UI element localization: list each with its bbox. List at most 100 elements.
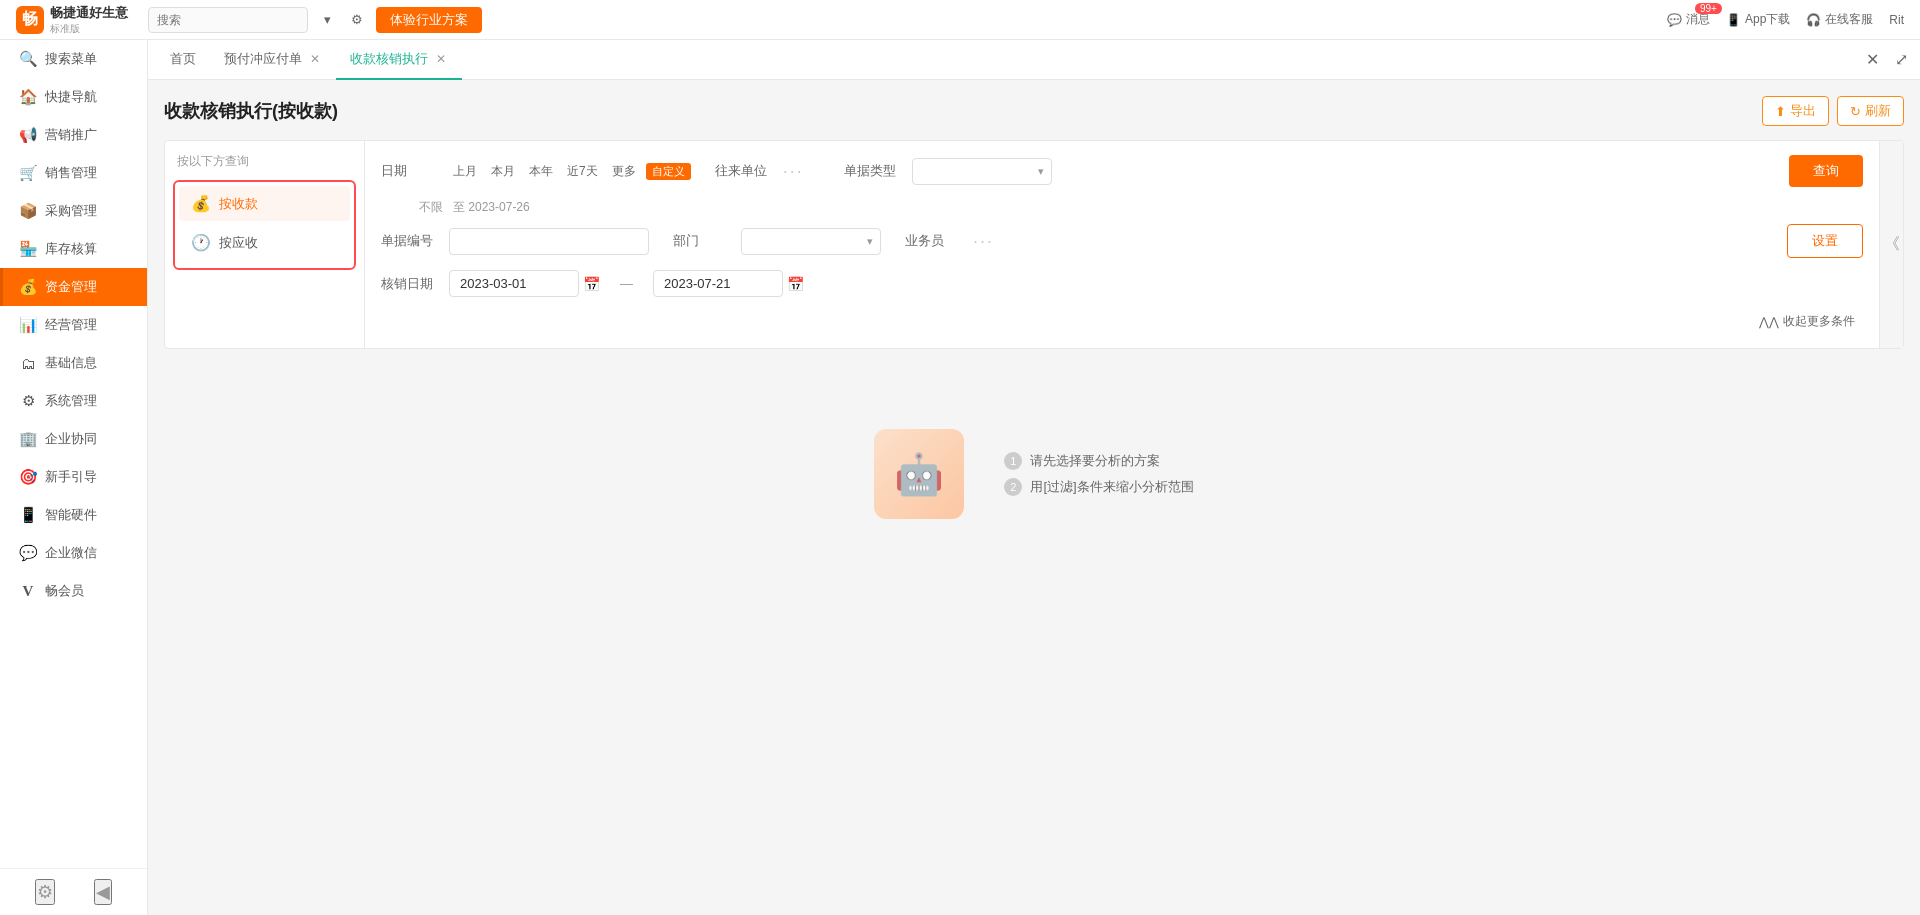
filter-option-receipt[interactable]: 💰 按收款 [179, 186, 350, 221]
page-header: 收款核销执行(按收款) ⬆ 导出 ↻ 刷新 [164, 96, 1904, 126]
sidebar-item-label: 系统管理 [45, 392, 97, 410]
tab-receipt-offset[interactable]: 收款核销执行 ✕ [336, 40, 462, 80]
sidebar-item-member[interactable]: V 畅会员 [0, 572, 147, 610]
this-month-btn[interactable]: 本月 [487, 161, 519, 182]
page-header-actions: ⬆ 导出 ↻ 刷新 [1762, 96, 1904, 126]
filter-option-receipt-label: 按收款 [219, 195, 258, 213]
sidebar-item-label: 新手引导 [45, 468, 97, 486]
dept-label: 部门 [673, 232, 725, 250]
topbar: 畅 畅捷通好生意 标准版 ▾ ⚙ 体验行业方案 💬 消息 99+ 📱 App下载… [0, 0, 1920, 40]
search-input[interactable] [148, 7, 308, 33]
finance-icon: 💰 [19, 278, 37, 296]
last-month-btn[interactable]: 上月 [449, 161, 481, 182]
sidebar-item-enterprise[interactable]: 🏢 企业协同 [0, 420, 147, 458]
counterparty-dots: ··· [783, 161, 804, 182]
custom-badge[interactable]: 自定义 [646, 163, 691, 180]
dropdown-btn[interactable]: ▾ [316, 9, 338, 31]
main-area: 首页 预付冲应付单 ✕ 收款核销执行 ✕ ✕ ⤢ 收款核销执行(按收款) ⬆ 导… [148, 40, 1920, 915]
filter-area: 按以下方查询 💰 按收款 🕐 按应收 日期 [164, 140, 1904, 349]
user-btn[interactable]: Rit [1889, 13, 1904, 27]
refresh-btn[interactable]: ↻ 刷新 [1837, 96, 1904, 126]
sidebar-item-finance[interactable]: 💰 资金管理 [0, 268, 147, 306]
doc-no-label: 单据编号 [381, 232, 433, 250]
purchase-icon: 📦 [19, 202, 37, 220]
writeoff-start-input[interactable] [449, 270, 579, 297]
doc-type-area: 单据类型 [844, 162, 896, 180]
filter-sidebar-collapse-btn[interactable]: 《 [1879, 141, 1903, 348]
sidebar-item-operation[interactable]: 📊 经营管理 [0, 306, 147, 344]
empty-hint-2: 2 用[过滤]条件来缩小分析范围 [1004, 478, 1193, 496]
sidebar-item-guide[interactable]: 🎯 新手引导 [0, 458, 147, 496]
empty-hints: 1 请先选择要分析的方案 2 用[过滤]条件来缩小分析范围 [1004, 452, 1193, 496]
sidebar-settings-btn[interactable]: ⚙ [35, 879, 55, 905]
setting-btn[interactable]: 设置 [1787, 224, 1863, 258]
counterparty-label: 往来单位 [715, 163, 767, 178]
doc-no-input[interactable] [449, 228, 649, 255]
sidebar-item-label: 营销推广 [45, 126, 97, 144]
this-year-btn[interactable]: 本年 [525, 161, 557, 182]
sidebar-item-marketing[interactable]: 📢 营销推广 [0, 116, 147, 154]
sidebar-item-label: 智能硬件 [45, 506, 97, 524]
filter-row-2: 单据编号 部门 ▾ 业务员 ··· 设置 [381, 224, 1863, 258]
guide-icon: 🎯 [19, 468, 37, 486]
date-nolimit: 不限 至 2023-07-26 [381, 199, 1863, 216]
hardware-icon: 📱 [19, 506, 37, 524]
sidebar-item-sales[interactable]: 🛒 销售管理 [0, 154, 147, 192]
doc-type-select[interactable] [912, 158, 1052, 185]
export-btn[interactable]: ⬆ 导出 [1762, 96, 1829, 126]
solution-btn[interactable]: 体验行业方案 [376, 7, 482, 33]
collapse-more-label: 收起更多条件 [1783, 313, 1855, 330]
sidebar-item-label: 企业协同 [45, 430, 97, 448]
sidebar-item-purchase[interactable]: 📦 采购管理 [0, 192, 147, 230]
app-btn[interactable]: 📱 App下载 [1726, 11, 1790, 28]
filter-options-border: 💰 按收款 🕐 按应收 [173, 180, 356, 270]
calendar-start-icon[interactable]: 📅 [583, 276, 600, 292]
sidebar-item-basic[interactable]: 🗂 基础信息 [0, 344, 147, 382]
query-btn[interactable]: 查询 [1789, 155, 1863, 187]
sidebar-item-inventory[interactable]: 🏪 库存核算 [0, 230, 147, 268]
brand-main: 畅捷通好生意 [50, 4, 128, 22]
sidebar-item-label: 企业微信 [45, 544, 97, 562]
gear-btn[interactable]: ⚙ [346, 9, 368, 31]
sidebar-item-label: 资金管理 [45, 278, 97, 296]
date-shortcuts: 上月 本月 本年 近7天 更多 自定义 [449, 161, 691, 182]
msg-badge: 99+ [1695, 3, 1722, 14]
refresh-icon: ↻ [1850, 104, 1861, 119]
sidebar-item-search[interactable]: 🔍 搜索菜单 [0, 40, 147, 78]
system-icon: ⚙ [19, 392, 37, 410]
writeoff-date-end-wrap: 📅 [653, 270, 804, 297]
sidebar: 🔍 搜索菜单 🏠 快捷导航 📢 营销推广 🛒 销售管理 📦 采购管理 🏪 库存核… [0, 40, 148, 915]
service-btn[interactable]: 🎧 在线客服 [1806, 11, 1873, 28]
dept-select[interactable] [741, 228, 881, 255]
more-btn[interactable]: 更多 [608, 161, 640, 182]
hint-num-1: 1 [1004, 452, 1022, 470]
export-icon: ⬆ [1775, 104, 1786, 119]
export-label: 导出 [1790, 102, 1816, 120]
expand-tab-btn[interactable]: ⤢ [1891, 46, 1912, 73]
operation-icon: 📊 [19, 316, 37, 334]
writeoff-date-label: 核销日期 [381, 275, 433, 293]
sidebar-item-label: 畅会员 [45, 582, 84, 600]
close-tab-btn[interactable]: ✕ [1862, 46, 1883, 73]
tab-prepay-close[interactable]: ✕ [308, 50, 322, 68]
sidebar-item-system[interactable]: ⚙ 系统管理 [0, 382, 147, 420]
msg-btn[interactable]: 💬 消息 99+ [1667, 11, 1710, 28]
tab-receipt-offset-close[interactable]: ✕ [434, 50, 448, 68]
tab-prepay[interactable]: 预付冲应付单 ✕ [210, 40, 336, 80]
sidebar-item-quick[interactable]: 🏠 快捷导航 [0, 78, 147, 116]
collapse-more-btn[interactable]: ⋀⋀ 收起更多条件 [1751, 309, 1863, 334]
tab-prepay-label: 预付冲应付单 [224, 50, 302, 68]
tab-home[interactable]: 首页 [156, 40, 210, 80]
sidebar-item-hardware[interactable]: 📱 智能硬件 [0, 496, 147, 534]
sidebar-item-label: 库存核算 [45, 240, 97, 258]
sidebar-collapse-btn[interactable]: ◀ [94, 879, 112, 905]
doc-type-label: 单据类型 [844, 163, 896, 178]
calendar-end-icon[interactable]: 📅 [787, 276, 804, 292]
sidebar-bottom: ⚙ ◀ [0, 868, 147, 915]
doc-type-select-wrap: ▾ [912, 158, 1052, 185]
writeoff-end-input[interactable] [653, 270, 783, 297]
filter-option-receivable[interactable]: 🕐 按应收 [179, 225, 350, 260]
inventory-icon: 🏪 [19, 240, 37, 258]
last-7days-btn[interactable]: 近7天 [563, 161, 602, 182]
sidebar-item-wechat[interactable]: 💬 企业微信 [0, 534, 147, 572]
